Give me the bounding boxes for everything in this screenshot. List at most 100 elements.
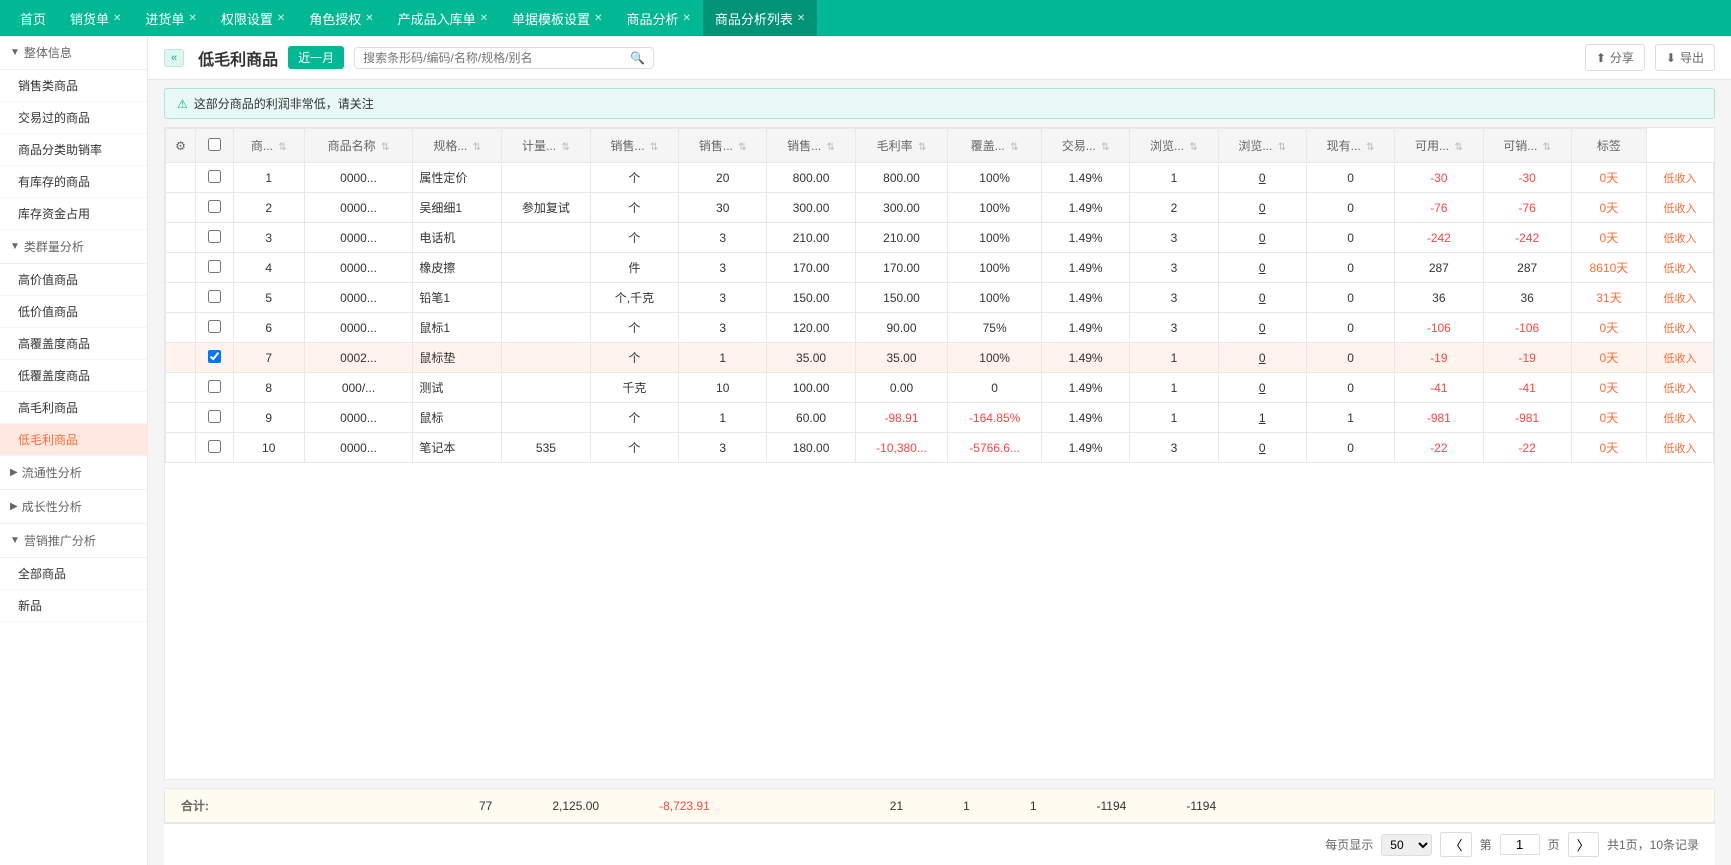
th-settings[interactable]: ⚙ (166, 129, 196, 163)
nav-item-permissions[interactable]: 权限设置 ✕ (209, 0, 297, 36)
sidebar-item-inventory-capital[interactable]: 库存资金占用 (0, 198, 147, 230)
sidebar-group-overall[interactable]: ▼ 整体信息 (0, 36, 147, 70)
sidebar-item-low-coverage[interactable]: 低覆盖度商品 (0, 360, 147, 392)
prev-page-button[interactable]: 〈 (1440, 832, 1471, 857)
cell-name[interactable]: 铅笔1 (413, 283, 502, 313)
sidebar-item-all-products[interactable]: 全部商品 (0, 558, 147, 590)
sidebar-group-marketing[interactable]: ▼ 营销推广分析 (0, 524, 147, 558)
cell-checkbox[interactable] (196, 223, 234, 253)
nav-item-analysis-list[interactable]: 商品分析列表 ✕ (703, 0, 817, 36)
cell-name[interactable]: 鼠标垫 (413, 343, 502, 373)
nav-close-permissions[interactable]: ✕ (277, 13, 285, 24)
cell-name[interactable]: 吴细细1 (413, 193, 502, 223)
page-size-select[interactable]: 50 100 (1381, 834, 1432, 856)
cell-checkbox[interactable] (196, 373, 234, 403)
share-button[interactable]: ⬆ 分享 (1585, 44, 1645, 71)
sidebar-item-traded-products[interactable]: 交易过的商品 (0, 102, 147, 134)
row-checkbox-0[interactable] (208, 170, 221, 183)
row-checkbox-2[interactable] (208, 230, 221, 243)
th-sales-profit[interactable]: 销售... ⇅ (767, 129, 855, 163)
nav-close-sales[interactable]: ✕ (113, 13, 121, 24)
cell-checkbox[interactable] (196, 193, 234, 223)
th-transaction[interactable]: 交易... ⇅ (1041, 129, 1129, 163)
th-browse2[interactable]: 浏览... ⇅ (1218, 129, 1306, 163)
sidebar-item-low-margin[interactable]: 低毛利商品 (0, 424, 147, 456)
th-code[interactable]: 商... ⇅ (233, 129, 304, 163)
sidebar-item-in-stock[interactable]: 有库存的商品 (0, 166, 147, 198)
cell-name[interactable]: 测试 (413, 373, 502, 403)
cell-checkbox[interactable] (196, 313, 234, 343)
th-saleable[interactable]: 可销... ⇅ (1483, 129, 1571, 163)
cell-checkbox[interactable] (196, 433, 234, 463)
row-checkbox-4[interactable] (208, 290, 221, 303)
nav-item-product-analysis[interactable]: 商品分析 ✕ (614, 0, 702, 36)
cell-browse1[interactable]: 0 (1218, 223, 1306, 253)
nav-close-template[interactable]: ✕ (594, 13, 602, 24)
row-checkbox-1[interactable] (208, 200, 221, 213)
nav-item-template[interactable]: 单据模板设置 ✕ (500, 0, 614, 36)
next-page-button[interactable]: 〉 (1568, 832, 1599, 857)
sidebar-item-low-value[interactable]: 低价值商品 (0, 296, 147, 328)
sidebar-collapse-button[interactable]: « (164, 49, 184, 67)
sidebar-group-cluster[interactable]: ▼ 类群量分析 (0, 230, 147, 264)
cell-browse1[interactable]: 0 (1218, 163, 1306, 193)
sidebar-item-high-coverage[interactable]: 高覆盖度商品 (0, 328, 147, 360)
cell-name[interactable]: 鼠标 (413, 403, 502, 433)
sidebar-group-growth[interactable]: ▶ 成长性分析 (0, 490, 147, 524)
th-unit[interactable]: 计量... ⇅ (502, 129, 591, 163)
nav-close-product-entry[interactable]: ✕ (480, 13, 488, 24)
cell-checkbox[interactable] (196, 253, 234, 283)
cell-name[interactable]: 电话机 (413, 223, 502, 253)
th-sales-qty[interactable]: 销售... ⇅ (590, 129, 678, 163)
cell-checkbox[interactable] (196, 283, 234, 313)
th-coverage[interactable]: 覆盖... ⇅ (948, 129, 1042, 163)
cell-browse1[interactable]: 0 (1218, 193, 1306, 223)
nav-item-roles[interactable]: 角色授权 ✕ (297, 0, 385, 36)
th-checkbox[interactable] (196, 129, 234, 163)
th-gross-rate[interactable]: 毛利率 ⇅ (855, 129, 948, 163)
cell-name[interactable]: 属性定价 (413, 163, 502, 193)
nav-item-purchase[interactable]: 进货单 ✕ (133, 0, 208, 36)
cell-name[interactable]: 橡皮擦 (413, 253, 502, 283)
sidebar-item-new-products[interactable]: 新品 (0, 590, 147, 622)
page-number-input[interactable] (1500, 834, 1540, 855)
cell-browse1[interactable]: 0 (1218, 253, 1306, 283)
cell-browse1[interactable]: 0 (1218, 433, 1306, 463)
cell-name[interactable]: 鼠标1 (413, 313, 502, 343)
export-button[interactable]: ⬇ 导出 (1655, 44, 1715, 71)
row-checkbox-9[interactable] (208, 440, 221, 453)
cell-browse1[interactable]: 0 (1218, 343, 1306, 373)
row-checkbox-8[interactable] (208, 410, 221, 423)
th-available[interactable]: 可用... ⇅ (1395, 129, 1483, 163)
row-checkbox-6[interactable] (208, 350, 221, 363)
cell-browse1[interactable]: 0 (1218, 283, 1306, 313)
sidebar-item-sales-products[interactable]: 销售类商品 (0, 70, 147, 102)
cell-browse1[interactable]: 0 (1218, 373, 1306, 403)
th-browse1[interactable]: 浏览... ⇅ (1130, 129, 1218, 163)
search-input[interactable] (363, 51, 625, 65)
th-name[interactable]: 商品名称 ⇅ (304, 129, 413, 163)
cell-browse1[interactable]: 1 (1218, 403, 1306, 433)
cell-browse1[interactable]: 0 (1218, 313, 1306, 343)
cell-checkbox[interactable] (196, 163, 234, 193)
nav-close-analysis-list[interactable]: ✕ (797, 13, 805, 24)
nav-close-purchase[interactable]: ✕ (188, 13, 196, 24)
cell-name[interactable]: 笔记本 (413, 433, 502, 463)
row-checkbox-3[interactable] (208, 260, 221, 273)
nav-item-product-entry[interactable]: 产成品入库单 ✕ (386, 0, 500, 36)
row-checkbox-5[interactable] (208, 320, 221, 333)
th-tag[interactable]: 标签 (1571, 129, 1646, 163)
nav-item-sales[interactable]: 销货单 ✕ (58, 0, 133, 36)
sidebar-item-high-margin[interactable]: 高毛利商品 (0, 392, 147, 424)
nav-close-product-analysis[interactable]: ✕ (682, 13, 690, 24)
th-sales-price[interactable]: 销售... ⇅ (679, 129, 767, 163)
cell-checkbox[interactable] (196, 343, 234, 373)
sidebar-item-high-value[interactable]: 高价值商品 (0, 264, 147, 296)
nav-close-roles[interactable]: ✕ (365, 13, 373, 24)
sidebar-group-circulation[interactable]: ▶ 流通性分析 (0, 456, 147, 490)
select-all-checkbox[interactable] (208, 138, 221, 151)
row-checkbox-7[interactable] (208, 380, 221, 393)
th-spec[interactable]: 规格... ⇅ (413, 129, 502, 163)
cell-checkbox[interactable] (196, 403, 234, 433)
th-current[interactable]: 现有... ⇅ (1306, 129, 1394, 163)
